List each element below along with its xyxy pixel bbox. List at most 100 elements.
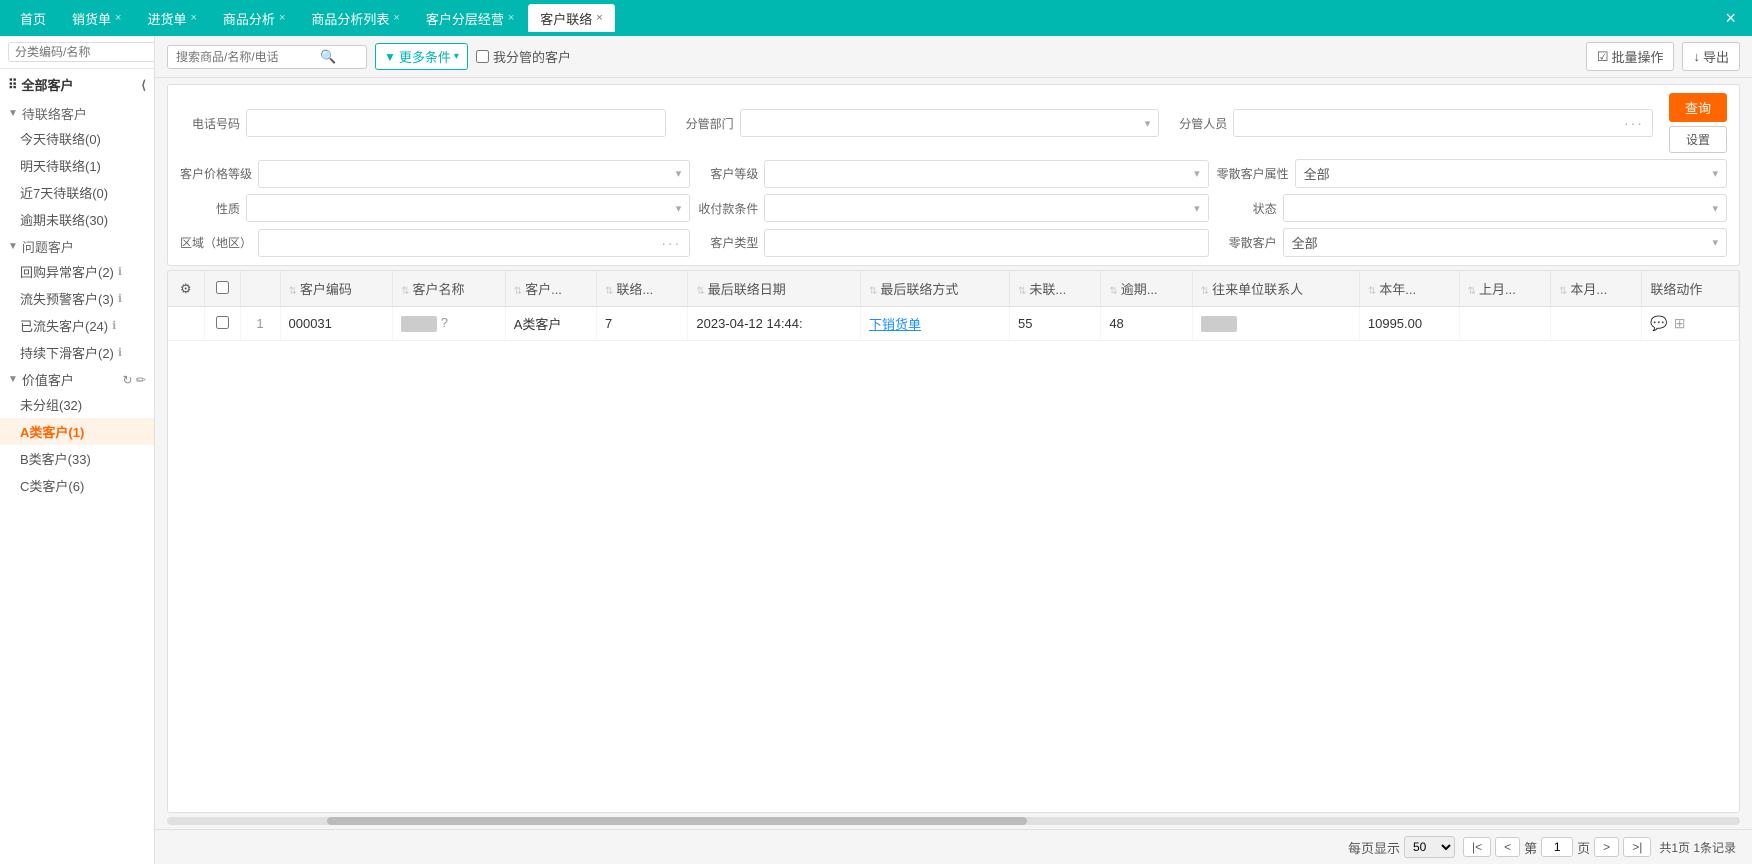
prev-page-button[interactable]: < bbox=[1495, 837, 1520, 857]
row-last-method[interactable]: 下销货单 bbox=[860, 307, 1009, 341]
all-customers-label: 全部客户 bbox=[22, 75, 74, 94]
filter-price-level-label: 客户价格等级 bbox=[180, 165, 252, 182]
sidebar-item-c-class[interactable]: C类客户(6) bbox=[0, 472, 154, 499]
filter-price-level-input[interactable]: ▾ bbox=[258, 160, 690, 188]
col-not-contacted[interactable]: ⇅未联... bbox=[1009, 271, 1100, 307]
select-all-checkbox[interactable] bbox=[216, 281, 229, 294]
sidebar-item-tomorrow[interactable]: 明天待联络(1) bbox=[0, 152, 154, 179]
filter-region-input[interactable]: ··· bbox=[258, 229, 690, 257]
filter-phone-input[interactable] bbox=[246, 109, 666, 137]
filter-retail-value: 全部 bbox=[1292, 233, 1318, 252]
last-page-button[interactable]: >| bbox=[1623, 837, 1651, 857]
filter-customer-level-input[interactable]: ▾ bbox=[764, 160, 1208, 188]
tab-customer-mgmt-close[interactable]: × bbox=[508, 12, 514, 24]
filter-customer-type-input[interactable] bbox=[764, 229, 1208, 257]
nav-tab-home[interactable]: 首页 bbox=[8, 4, 58, 32]
main-search-input[interactable] bbox=[176, 50, 316, 64]
row-code[interactable]: 000031 bbox=[280, 307, 393, 341]
all-customers-header[interactable]: ⠿ 全部客户 ⟨ bbox=[0, 69, 154, 100]
sidebar-item-declining[interactable]: 持续下滑客户(2) ℹ bbox=[0, 339, 154, 366]
filter-person-input[interactable]: ··· bbox=[1233, 109, 1653, 137]
qr-icon[interactable]: ⊞ bbox=[1674, 315, 1686, 332]
sidebar-item-today[interactable]: 今天待联络(0) bbox=[0, 125, 154, 152]
col-unit-contact[interactable]: ⇅往来单位联系人 bbox=[1192, 271, 1359, 307]
row-checkbox[interactable] bbox=[204, 307, 240, 341]
sidebar-item-7days[interactable]: 近7天待联络(0) bbox=[0, 179, 154, 206]
collapse-icon[interactable]: ⟨ bbox=[141, 78, 146, 92]
filter-retail-attr-input[interactable]: 全部 ▾ bbox=[1295, 159, 1727, 188]
sidebar-item-churned[interactable]: 已流失客户(24) ℹ bbox=[0, 312, 154, 339]
sort-icon-overdue: ⇅ bbox=[1109, 286, 1117, 297]
filter-payment-input[interactable]: ▾ bbox=[764, 194, 1208, 222]
sidebar-search-input[interactable] bbox=[8, 42, 155, 62]
col-this-month[interactable]: ⇅本月... bbox=[1550, 271, 1641, 307]
filter-retail-attr-value: 全部 bbox=[1304, 164, 1330, 183]
tab-analysis-list-close[interactable]: × bbox=[393, 12, 399, 24]
my-customers-checkbox[interactable] bbox=[476, 50, 489, 63]
batch-op-button[interactable]: ☑ 批量操作 bbox=[1586, 42, 1675, 71]
sidebar-item-declining-label: 持续下滑客户(2) bbox=[20, 343, 114, 362]
sidebar-item-ungrouped[interactable]: 未分组(32) bbox=[0, 391, 154, 418]
col-name[interactable]: ⇅客户名称 bbox=[393, 271, 506, 307]
page-number-input[interactable] bbox=[1541, 837, 1573, 857]
col-this-year[interactable]: ⇅本年... bbox=[1359, 271, 1459, 307]
col-action-label: 联络动作 bbox=[1650, 282, 1702, 297]
pagination: |< < 第 页 > >| bbox=[1463, 837, 1651, 857]
col-last-method[interactable]: ⇅最后联络方式 bbox=[860, 271, 1009, 307]
row-select-checkbox[interactable] bbox=[216, 316, 229, 329]
per-page-dropdown[interactable]: 50 100 200 bbox=[1404, 836, 1455, 858]
nav-tab-sales[interactable]: 销货单 × bbox=[60, 4, 133, 32]
filter-nature-label: 性质 bbox=[180, 200, 240, 217]
tab-sales-close[interactable]: × bbox=[115, 12, 121, 24]
last-method-link[interactable]: 下销货单 bbox=[869, 317, 921, 332]
export-button[interactable]: ↓ 导出 bbox=[1682, 42, 1740, 71]
sort-icon-last-month: ⇅ bbox=[1468, 286, 1476, 297]
sidebar-item-overdue[interactable]: 逾期未联络(30) bbox=[0, 206, 154, 233]
person-dots: ··· bbox=[1624, 115, 1644, 131]
scrollbar-thumb[interactable] bbox=[327, 817, 1027, 825]
col-settings[interactable]: ⚙ bbox=[168, 271, 204, 307]
col-last-date[interactable]: ⇅最后联络日期 bbox=[688, 271, 861, 307]
col-type[interactable]: ⇅客户... bbox=[505, 271, 596, 307]
nav-tab-customer-contact[interactable]: 客户联络 × bbox=[528, 4, 614, 32]
nav-tab-analysis[interactable]: 商品分析 × bbox=[211, 4, 297, 32]
col-contact[interactable]: ⇅联络... bbox=[597, 271, 688, 307]
more-filter-button[interactable]: ▼ 更多条件 ▾ bbox=[375, 43, 468, 70]
sidebar-item-b-class[interactable]: B类客户(33) bbox=[0, 445, 154, 472]
nav-tab-analysis-list[interactable]: 商品分析列表 × bbox=[299, 4, 411, 32]
row-not-contacted: 55 bbox=[1009, 307, 1100, 341]
horizontal-scrollbar[interactable] bbox=[167, 817, 1740, 825]
next-page-button[interactable]: > bbox=[1594, 837, 1619, 857]
tab-analysis-close[interactable]: × bbox=[279, 12, 285, 24]
col-last-month[interactable]: ⇅上月... bbox=[1459, 271, 1550, 307]
sidebar-item-repurchase[interactable]: 回购异常客户(2) ℹ bbox=[0, 258, 154, 285]
window-close-button[interactable]: × bbox=[1717, 8, 1744, 29]
tab-purchase-close[interactable]: × bbox=[190, 12, 196, 24]
filter-dept-input[interactable]: ▾ bbox=[740, 109, 1160, 137]
footer: 每页显示 50 100 200 |< < 第 页 > >| 共1页 1条记录 bbox=[155, 829, 1752, 864]
query-button[interactable]: 查询 bbox=[1669, 93, 1727, 122]
filter-nature-input[interactable]: ▾ bbox=[246, 194, 690, 222]
filter-status-input[interactable]: ▾ bbox=[1283, 194, 1727, 222]
sidebar-item-a-class[interactable]: A类客户(1) bbox=[0, 418, 154, 445]
col-checkbox[interactable] bbox=[204, 271, 240, 307]
filter-retail-input[interactable]: 全部 ▾ bbox=[1283, 228, 1727, 257]
filter-btn-label: 更多条件 bbox=[399, 47, 451, 66]
filter-region: 区域（地区） ··· bbox=[180, 229, 690, 257]
sidebar-item-churn-warning[interactable]: 流失预警客户(3) ℹ bbox=[0, 285, 154, 312]
sort-icon-last-method: ⇅ bbox=[869, 286, 877, 297]
nav-tab-purchase[interactable]: 进货单 × bbox=[135, 4, 208, 32]
col-contact-label: 联络... bbox=[616, 282, 653, 297]
message-icon[interactable]: 💬 bbox=[1650, 315, 1667, 332]
tab-customer-contact-close[interactable]: × bbox=[596, 12, 602, 24]
row-contact-count: 7 bbox=[597, 307, 688, 341]
filter-retail-attr-label: 零散客户属性 bbox=[1217, 165, 1289, 182]
settings-button[interactable]: 设置 bbox=[1669, 126, 1727, 153]
col-code[interactable]: ⇅客户编码 bbox=[280, 271, 393, 307]
customer-level-arrow: ▾ bbox=[1194, 167, 1200, 180]
col-overdue[interactable]: ⇅逾期... bbox=[1101, 271, 1192, 307]
my-customers-checkbox-area[interactable]: 我分管的客户 bbox=[476, 47, 571, 66]
nav-tab-customer-mgmt[interactable]: 客户分层经营 × bbox=[414, 4, 526, 32]
main-search-icon[interactable]: 🔍 bbox=[320, 49, 336, 65]
first-page-button[interactable]: |< bbox=[1463, 837, 1491, 857]
